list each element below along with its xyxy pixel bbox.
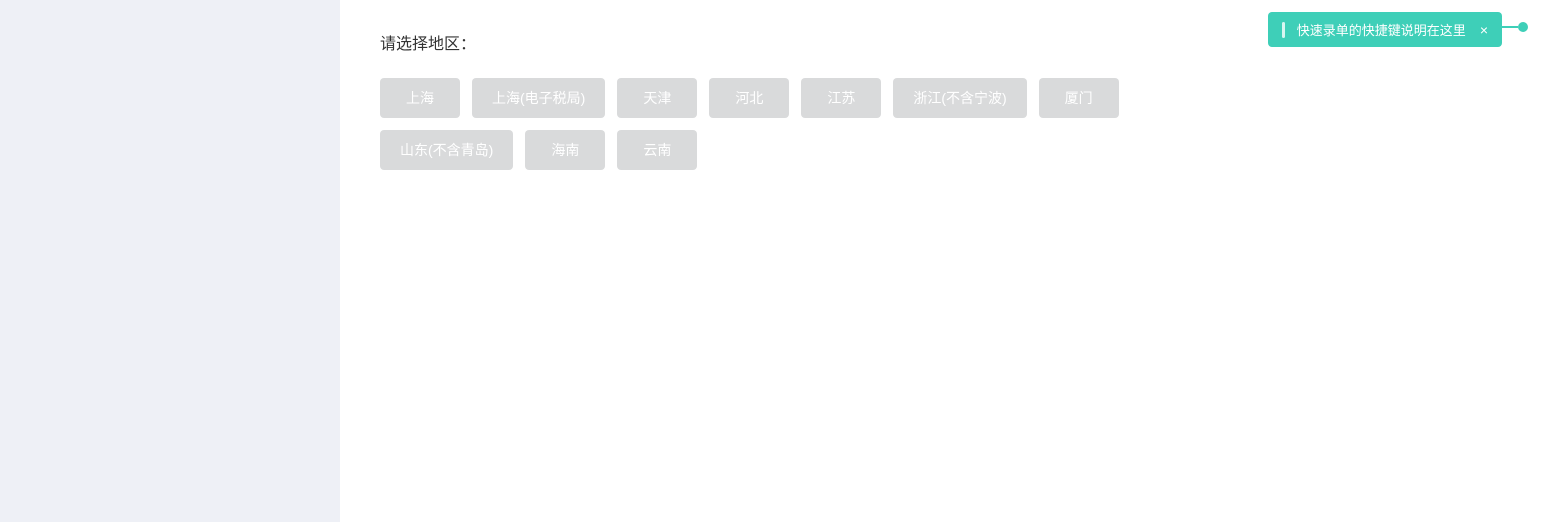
region-btn-shanghai-etax[interactable]: 上海(电子税局) <box>472 78 605 118</box>
tooltip-connector-dot <box>1518 22 1528 32</box>
region-row-2: 山东(不含青岛) 海南 云南 <box>380 130 1522 170</box>
region-row-1: 上海 上海(电子税局) 天津 河北 江苏 浙江(不含宁波) 厦门 <box>380 78 1522 118</box>
region-btn-xiamen[interactable]: 厦门 <box>1039 78 1119 118</box>
region-btn-hebei[interactable]: 河北 <box>709 78 789 118</box>
main-content: 请选择地区： 上海 上海(电子税局) 天津 河北 江苏 浙江(不含宁波) 厦门 … <box>340 0 1562 522</box>
region-btn-shanghai[interactable]: 上海 <box>380 78 460 118</box>
tooltip-connector-line <box>1498 26 1518 28</box>
tooltip-close-button[interactable]: × <box>1480 22 1488 38</box>
region-btn-yunnan[interactable]: 云南 <box>617 130 697 170</box>
region-btn-hainan[interactable]: 海南 <box>525 130 605 170</box>
region-btn-zhejiang[interactable]: 浙江(不含宁波) <box>893 78 1026 118</box>
tooltip-banner: 快速录单的快捷键说明在这里 × <box>1268 12 1502 47</box>
tooltip-text: 快速录单的快捷键说明在这里 <box>1297 20 1466 39</box>
sidebar <box>0 0 340 522</box>
region-btn-shandong[interactable]: 山东(不含青岛) <box>380 130 513 170</box>
tooltip-left-bar <box>1282 22 1285 38</box>
region-btn-tianjin[interactable]: 天津 <box>617 78 697 118</box>
region-btn-jiangsu[interactable]: 江苏 <box>801 78 881 118</box>
